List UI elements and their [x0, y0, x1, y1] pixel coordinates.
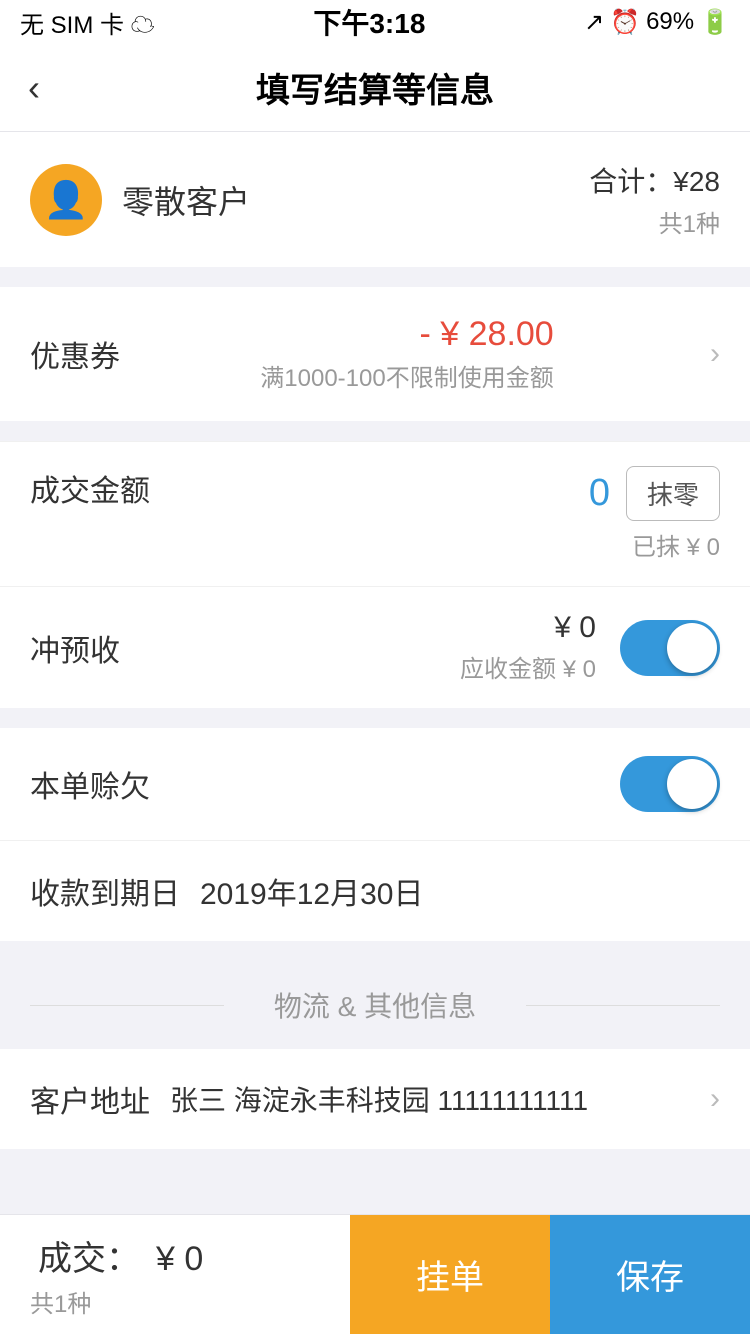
avatar: 👤 [30, 164, 102, 236]
coupon-value: - ¥ 28.00 [260, 315, 553, 354]
bottom-deal-label: 成交：¥ 0 [30, 1231, 320, 1280]
deal-amount-row: 成交金额 0 抹零 已抹 ¥ 0 [0, 441, 750, 586]
coupon-sub: 满1000-100不限制使用金额 [260, 358, 553, 393]
hang-order-button[interactable]: 挂单 [350, 1215, 550, 1334]
due-date-value: 2019年12月30日 [200, 869, 423, 913]
debt-toggle-knob [667, 759, 717, 809]
address-section[interactable]: 客户地址 张三 海淀永丰科技园 11111111111 › [0, 1049, 750, 1149]
debt-section: 本单赊欠 收款到期日 2019年12月30日 [0, 728, 750, 941]
battery-level: 69% [646, 8, 694, 36]
nav-bar: ‹ 填写结算等信息 [0, 44, 750, 132]
save-button[interactable]: 保存 [550, 1215, 750, 1334]
due-date-row[interactable]: 收款到期日 2019年12月30日 [0, 840, 750, 941]
debt-toggle[interactable] [620, 756, 720, 812]
main-content: 👤 零散客户 合计：¥28 共1种 优惠券 - ¥ 28.00 满1000-10… [0, 132, 750, 1309]
divider-line-left [30, 1005, 224, 1006]
back-button[interactable]: ‹ [28, 67, 40, 109]
customer-section: 👤 零散客户 合计：¥28 共1种 [0, 132, 750, 267]
customer-row: 👤 零散客户 合计：¥28 共1种 [0, 132, 750, 267]
customer-name: 零散客户 [122, 177, 250, 223]
status-right: ↗ ⏰ 69% 🔋 [584, 8, 730, 37]
coupon-section[interactable]: 优惠券 - ¥ 28.00 满1000-100不限制使用金额 › [0, 287, 750, 421]
coupon-row[interactable]: 优惠券 - ¥ 28.00 满1000-100不限制使用金额 › [0, 287, 750, 421]
address-value: 张三 海淀永丰科技园 11111111111 [170, 1079, 588, 1119]
status-bar: 无 SIM 卡 ☁ 下午3:18 ↗ ⏰ 69% 🔋 [0, 0, 750, 44]
total-count: 共1种 [589, 204, 720, 239]
coupon-label: 优惠券 [30, 332, 120, 376]
pre-collection-label: 冲预收 [30, 626, 120, 670]
sim-status: 无 SIM 卡 ☁ [20, 5, 155, 40]
toggle-knob [667, 623, 717, 673]
pre-collection-row: 冲预收 ¥ 0 应收金额 ¥ 0 [0, 586, 750, 708]
deal-amount-label: 成交金额 [30, 466, 150, 510]
debt-row: 本单赊欠 [0, 728, 750, 840]
battery-icon: 🔋 [700, 8, 730, 37]
deal-amount-sub: 已抹 ¥ 0 [589, 527, 720, 562]
address-row[interactable]: 客户地址 张三 海淀永丰科技园 11111111111 › [0, 1049, 750, 1149]
alarm-icon: ⏰ [610, 8, 640, 37]
divider-text: 物流 & 其他信息 [274, 985, 476, 1025]
total-label: 合计：¥28 [589, 160, 720, 200]
address-chevron-icon: › [710, 1082, 720, 1116]
pre-collection-sub: 应收金额 ¥ 0 [460, 649, 596, 684]
deal-section: 成交金额 0 抹零 已抹 ¥ 0 冲预收 ¥ 0 应收金额 ¥ 0 [0, 441, 750, 708]
status-time: 下午3:18 [313, 2, 425, 42]
divider-line-right [526, 1005, 720, 1006]
avatar-icon: 👤 [44, 179, 89, 221]
bottom-bar: 成交：¥ 0 共1种 挂单 保存 [0, 1214, 750, 1334]
logistics-divider: 物流 & 其他信息 [0, 961, 750, 1049]
pre-collection-toggle[interactable] [620, 620, 720, 676]
pre-collection-amount: ¥ 0 [460, 611, 596, 645]
debt-label: 本单赊欠 [30, 762, 150, 806]
status-left: 无 SIM 卡 ☁ [20, 5, 155, 40]
bottom-count: 共1种 [30, 1284, 320, 1319]
bottom-summary: 成交：¥ 0 共1种 [0, 1231, 350, 1319]
location-icon: ↗ [584, 8, 604, 37]
coupon-chevron-icon: › [710, 337, 720, 371]
address-label: 客户地址 [30, 1077, 150, 1121]
due-date-label: 收款到期日 [30, 869, 180, 913]
page-title: 填写结算等信息 [256, 63, 494, 112]
round-zero-button[interactable]: 抹零 [626, 466, 720, 521]
deal-amount-value[interactable]: 0 [589, 472, 610, 515]
